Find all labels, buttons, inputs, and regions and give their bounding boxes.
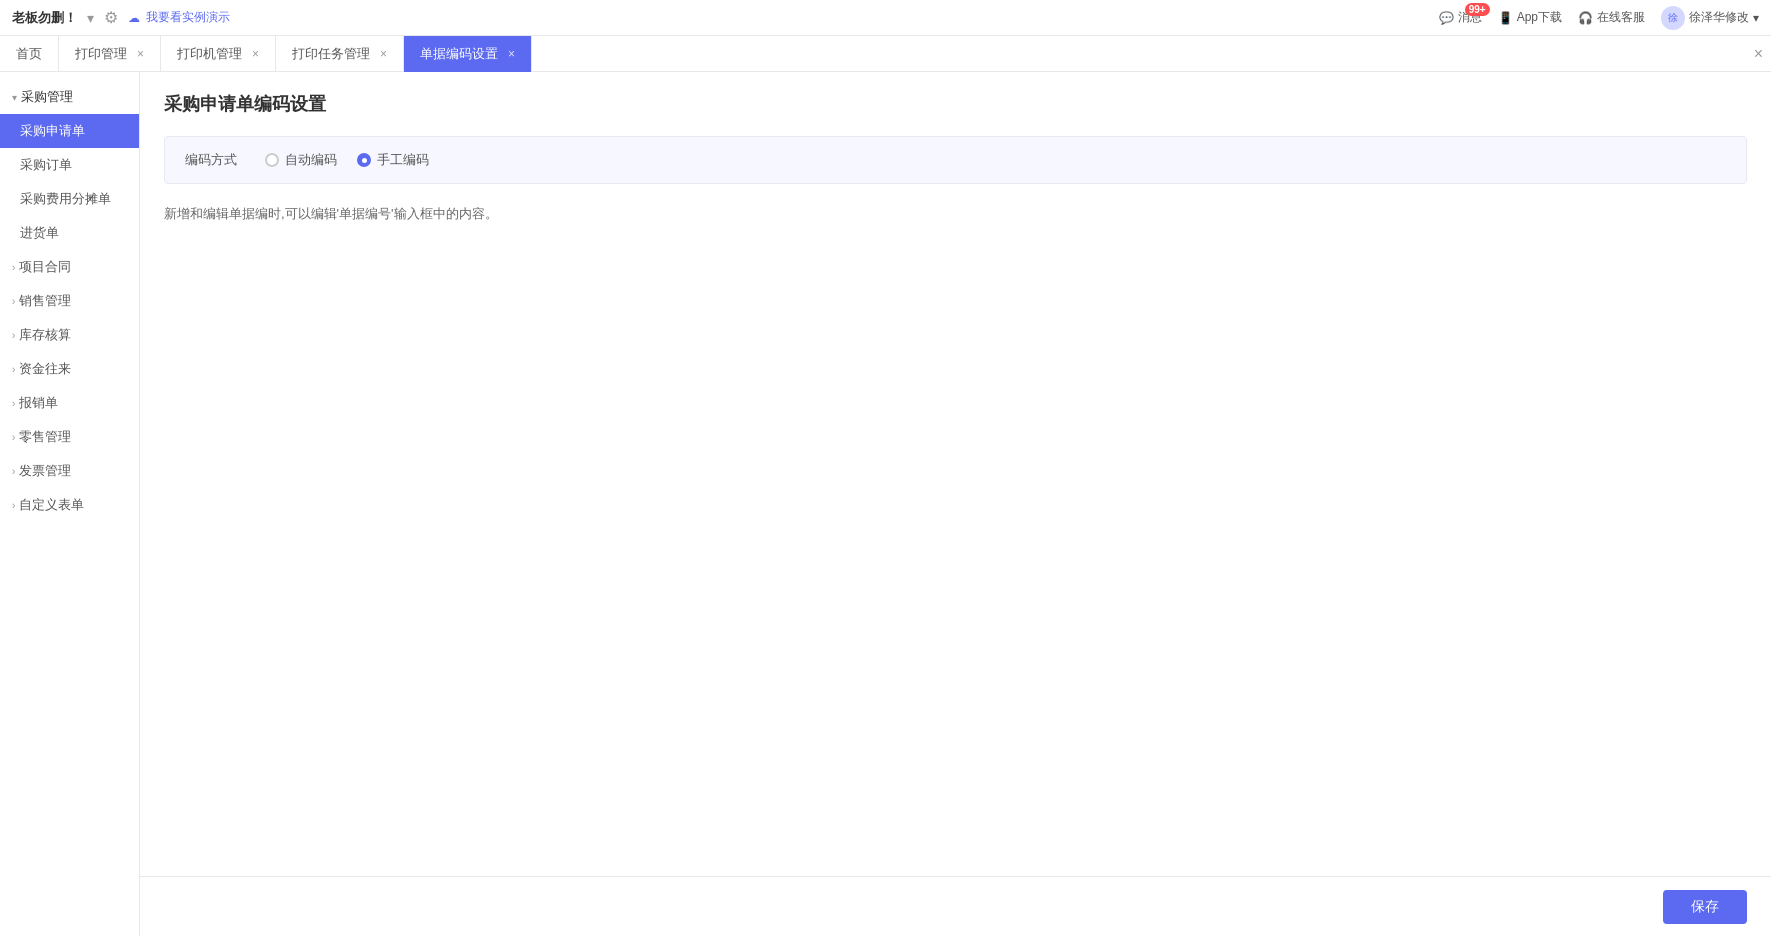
top-bar: 老板勿删！ ▾ ⚙ ☁ 我要看实例演示 💬 消息 99+ 📱 App下载 🎧 在… — [0, 0, 1771, 36]
sidebar-group-label: 零售管理 — [19, 428, 71, 446]
sidebar-group-custom-forms[interactable]: › 自定义表单 — [0, 488, 139, 522]
app-download-button[interactable]: 📱 App下载 — [1498, 9, 1562, 26]
app-download-icon: 📱 — [1498, 11, 1513, 25]
group-collapse-icon: › — [12, 500, 15, 511]
sidebar: ▾ 采购管理 采购申请单 采购订单 采购费用分摊单 进货单 › 项目合同 › 销… — [0, 72, 140, 936]
settings-icon[interactable]: ⚙ — [104, 8, 118, 27]
sidebar-group-finance[interactable]: › 资金往来 — [0, 352, 139, 386]
tab-single-code-settings[interactable]: 单据编码设置 × — [404, 36, 532, 72]
message-badge: 99+ — [1465, 3, 1490, 16]
app-title: 老板勿删！ — [12, 9, 77, 27]
username-label: 徐泽华修改 — [1689, 9, 1749, 26]
sidebar-group-sales-return[interactable]: › 报销单 — [0, 386, 139, 420]
sidebar-item-label: 采购申请单 — [20, 123, 85, 138]
user-arrow-icon: ▾ — [1753, 11, 1759, 25]
encoding-label: 编码方式 — [185, 151, 245, 169]
sidebar-group-label: 资金往来 — [19, 360, 71, 378]
tab-print-mgmt[interactable]: 打印管理 × — [59, 36, 161, 72]
sidebar-item-purchase-order[interactable]: 采购订单 — [0, 148, 139, 182]
sidebar-group-label: 库存核算 — [19, 326, 71, 344]
sidebar-item-label: 采购订单 — [20, 157, 72, 172]
tab-print-mgmt-label: 打印管理 — [75, 45, 127, 63]
group-collapse-icon: › — [12, 398, 15, 409]
radio-auto-circle — [265, 153, 279, 167]
tab-print-task-mgmt-close-icon[interactable]: × — [380, 47, 387, 61]
sidebar-group-label: 发票管理 — [19, 462, 71, 480]
tab-bar: 首页 打印管理 × 打印机管理 × 打印任务管理 × 单据编码设置 × × — [0, 36, 1771, 72]
online-service-button[interactable]: 🎧 在线客服 — [1578, 9, 1645, 26]
sidebar-group-inventory[interactable]: › 库存核算 — [0, 318, 139, 352]
tab-single-code-close-icon[interactable]: × — [508, 47, 515, 61]
info-text: 新增和编辑单据编时,可以编辑'单据编号'输入框中的内容。 — [164, 204, 1747, 225]
sidebar-group-label: 销售管理 — [19, 292, 71, 310]
tab-print-task-mgmt-label: 打印任务管理 — [292, 45, 370, 63]
tab-printer-mgmt[interactable]: 打印机管理 × — [161, 36, 276, 72]
avatar: 徐 — [1661, 6, 1685, 30]
sidebar-item-purchase-expense[interactable]: 采购费用分摊单 — [0, 182, 139, 216]
radio-auto[interactable]: 自动编码 — [265, 151, 337, 169]
message-icon: 💬 — [1439, 11, 1454, 25]
content-footer: 保存 — [140, 876, 1771, 936]
content-main: 采购申请单编码设置 编码方式 自动编码 手工编码 新增和编辑单据编时,可以编辑'… — [140, 72, 1771, 876]
sidebar-item-label: 采购费用分摊单 — [20, 191, 111, 206]
group-collapse-icon: › — [12, 466, 15, 477]
demo-link[interactable]: ☁ 我要看实例演示 — [128, 9, 230, 26]
group-collapse-icon: › — [12, 432, 15, 443]
tab-home-label: 首页 — [16, 45, 42, 63]
top-bar-left: 老板勿删！ ▾ ⚙ ☁ 我要看实例演示 — [12, 8, 230, 27]
save-button[interactable]: 保存 — [1663, 890, 1747, 924]
demo-text: 我要看实例演示 — [146, 9, 230, 26]
radio-manual-label: 手工编码 — [377, 151, 429, 169]
tab-print-mgmt-close-icon[interactable]: × — [137, 47, 144, 61]
sidebar-group-retail-mgmt[interactable]: › 零售管理 — [0, 420, 139, 454]
sidebar-group-purchase-mgmt[interactable]: ▾ 采购管理 — [0, 80, 139, 114]
tab-bar-global-close-icon[interactable]: × — [1754, 45, 1763, 63]
content-area: 采购申请单编码设置 编码方式 自动编码 手工编码 新增和编辑单据编时,可以编辑'… — [140, 72, 1771, 936]
online-service-icon: 🎧 — [1578, 11, 1593, 25]
sidebar-group-label: 项目合同 — [19, 258, 71, 276]
sidebar-group-invoice-mgmt[interactable]: › 发票管理 — [0, 454, 139, 488]
tab-printer-mgmt-close-icon[interactable]: × — [252, 47, 259, 61]
sidebar-item-goods-receipt[interactable]: 进货单 — [0, 216, 139, 250]
group-collapse-icon: › — [12, 330, 15, 341]
radio-manual-circle — [357, 153, 371, 167]
online-service-label: 在线客服 — [1597, 9, 1645, 26]
sidebar-group-label: 采购管理 — [21, 88, 73, 106]
group-collapse-icon: › — [12, 364, 15, 375]
group-collapse-icon: › — [12, 296, 15, 307]
demo-icon: ☁ — [128, 11, 140, 25]
sidebar-group-label: 自定义表单 — [19, 496, 84, 514]
group-expand-icon: ▾ — [12, 92, 17, 103]
encoding-section: 编码方式 自动编码 手工编码 — [164, 136, 1747, 184]
main-layout: ▾ 采购管理 采购申请单 采购订单 采购费用分摊单 进货单 › 项目合同 › 销… — [0, 72, 1771, 936]
radio-group: 自动编码 手工编码 — [265, 151, 429, 169]
app-download-label: App下载 — [1517, 9, 1562, 26]
sidebar-item-label: 进货单 — [20, 225, 59, 240]
tab-single-code-label: 单据编码设置 — [420, 45, 498, 63]
tab-printer-mgmt-label: 打印机管理 — [177, 45, 242, 63]
sidebar-item-purchase-request[interactable]: 采购申请单 — [0, 114, 139, 148]
tab-print-task-mgmt[interactable]: 打印任务管理 × — [276, 36, 404, 72]
dropdown-arrow-icon[interactable]: ▾ — [87, 10, 94, 26]
radio-manual[interactable]: 手工编码 — [357, 151, 429, 169]
sidebar-group-sales-mgmt[interactable]: › 销售管理 — [0, 284, 139, 318]
message-button[interactable]: 💬 消息 99+ — [1439, 9, 1482, 26]
page-title: 采购申请单编码设置 — [164, 92, 1747, 116]
user-profile-button[interactable]: 徐 徐泽华修改 ▾ — [1661, 6, 1759, 30]
sidebar-group-project-contract[interactable]: › 项目合同 — [0, 250, 139, 284]
radio-auto-label: 自动编码 — [285, 151, 337, 169]
top-bar-right: 💬 消息 99+ 📱 App下载 🎧 在线客服 徐 徐泽华修改 ▾ — [1439, 6, 1759, 30]
tab-home[interactable]: 首页 — [0, 36, 59, 72]
sidebar-group-label: 报销单 — [19, 394, 58, 412]
group-collapse-icon: › — [12, 262, 15, 273]
